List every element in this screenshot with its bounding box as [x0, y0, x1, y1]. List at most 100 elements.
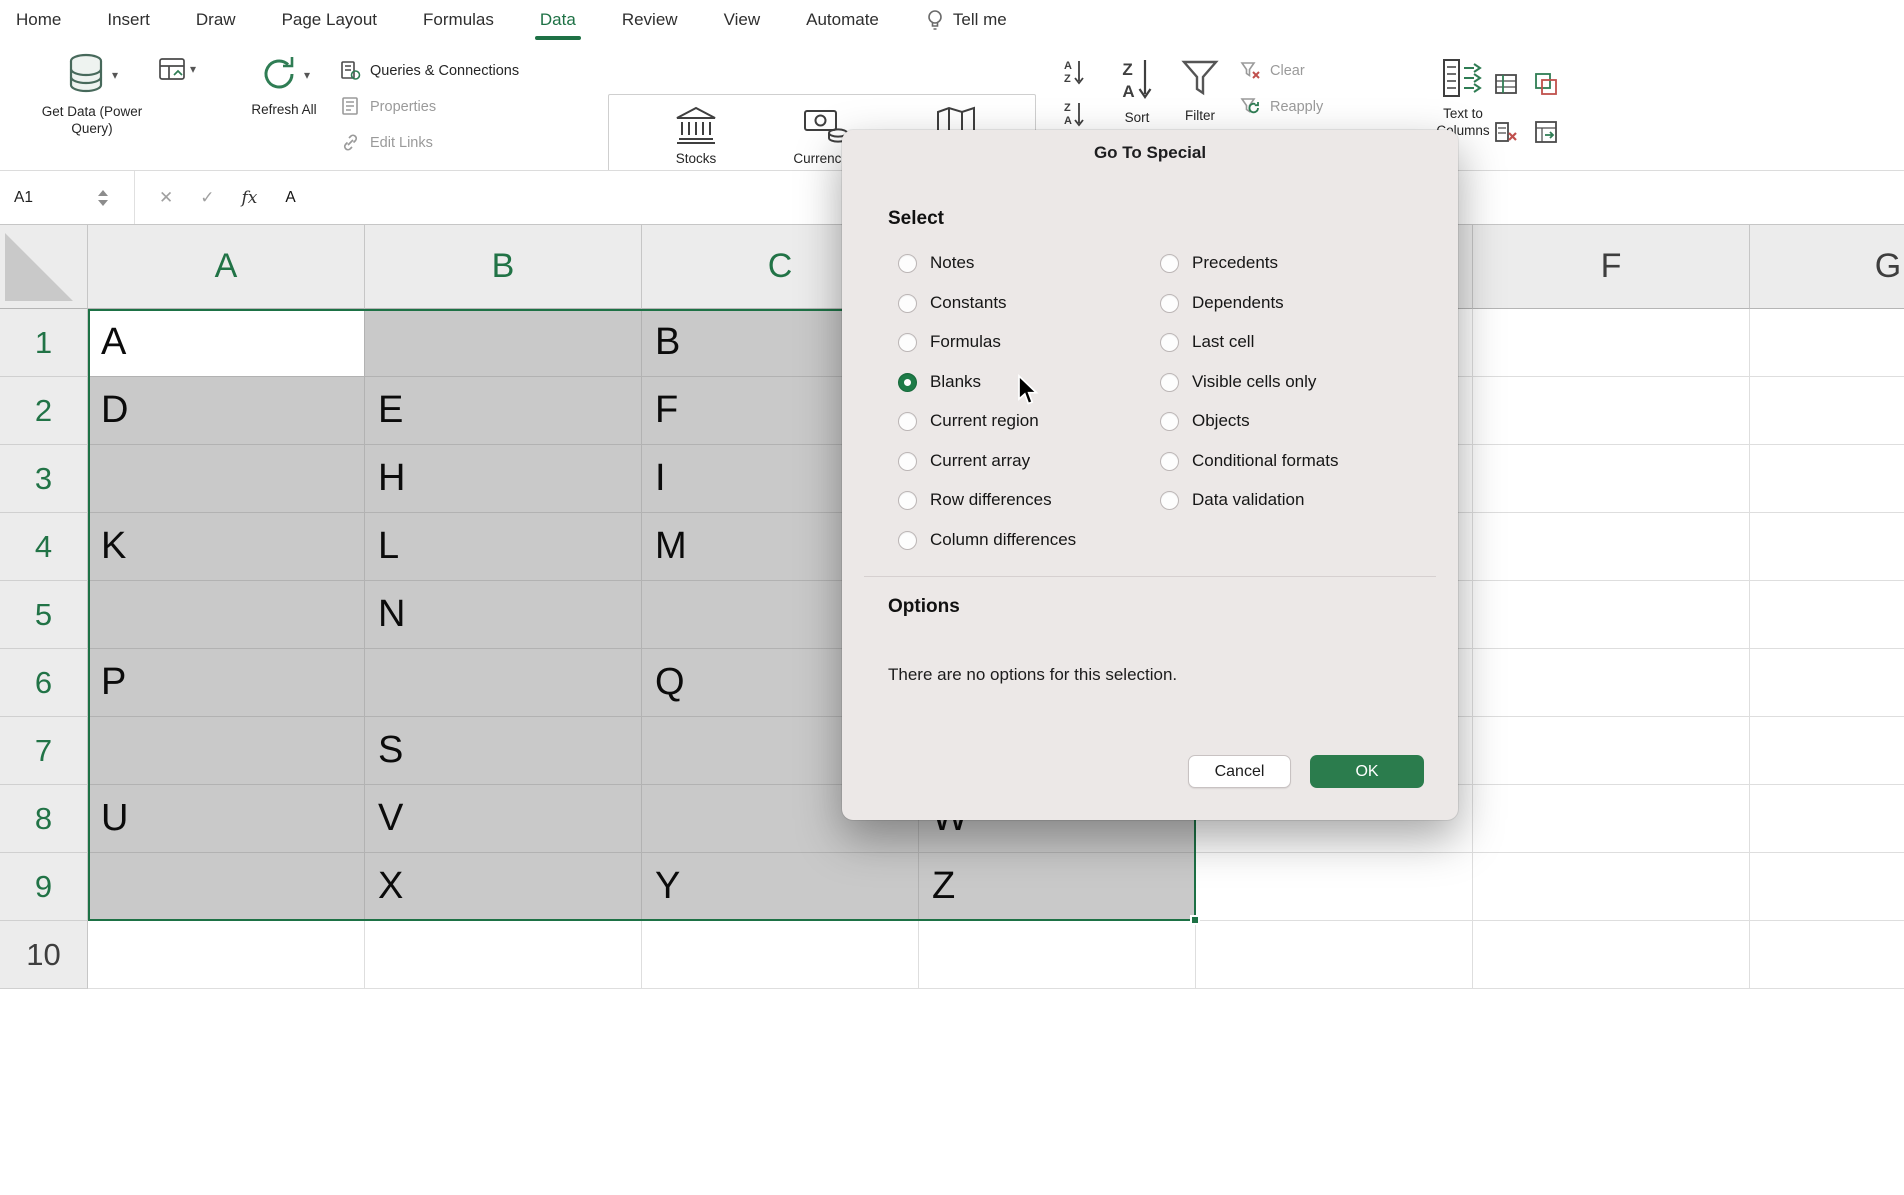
- column-header-f[interactable]: F: [1473, 225, 1750, 309]
- cell[interactable]: D: [88, 377, 365, 445]
- cell[interactable]: [1750, 853, 1904, 921]
- column-header-b[interactable]: B: [365, 225, 642, 309]
- row-header[interactable]: 2: [0, 377, 88, 445]
- cell[interactable]: [365, 921, 642, 989]
- tell-me-button[interactable]: Tell me: [925, 9, 1007, 31]
- tab-formulas[interactable]: Formulas: [423, 10, 494, 30]
- row-header[interactable]: 7: [0, 717, 88, 785]
- cell[interactable]: X: [365, 853, 642, 921]
- cell[interactable]: [1473, 921, 1750, 989]
- cell[interactable]: [88, 581, 365, 649]
- cell[interactable]: [1750, 649, 1904, 717]
- cell[interactable]: K: [88, 513, 365, 581]
- ok-button[interactable]: OK: [1310, 755, 1424, 788]
- radio-option-current-region[interactable]: Current region: [898, 407, 1039, 435]
- name-box-stepper[interactable]: [94, 190, 112, 206]
- data-validation-button[interactable]: [1494, 120, 1518, 144]
- row-header[interactable]: 9: [0, 853, 88, 921]
- formula-input[interactable]: A: [285, 189, 295, 207]
- radio-option-visible-cells-only[interactable]: Visible cells only: [1160, 368, 1316, 396]
- radio-option-last-cell[interactable]: Last cell: [1160, 328, 1254, 356]
- row-header[interactable]: 8: [0, 785, 88, 853]
- cell[interactable]: [1473, 785, 1750, 853]
- tab-automate[interactable]: Automate: [806, 10, 879, 30]
- cell[interactable]: N: [365, 581, 642, 649]
- cell[interactable]: [1750, 377, 1904, 445]
- radio-option-precedents[interactable]: Precedents: [1160, 249, 1278, 277]
- filter-button[interactable]: Filter: [1172, 56, 1228, 124]
- cell[interactable]: [1473, 581, 1750, 649]
- cell[interactable]: [88, 717, 365, 785]
- select-all-corner[interactable]: [0, 225, 88, 309]
- queries-connections-button[interactable]: Queries & Connections: [340, 60, 519, 81]
- row-header[interactable]: 6: [0, 649, 88, 717]
- tab-view[interactable]: View: [724, 10, 761, 30]
- radio-option-row-differences[interactable]: Row differences: [898, 486, 1052, 514]
- name-box[interactable]: A1: [0, 189, 94, 207]
- get-data-button[interactable]: ▾ Get Data (Power Query): [26, 52, 158, 137]
- cell[interactable]: [365, 309, 642, 377]
- cell[interactable]: U: [88, 785, 365, 853]
- sort-button[interactable]: Z A Sort: [1106, 56, 1168, 126]
- cell[interactable]: [1473, 649, 1750, 717]
- row-header[interactable]: 1: [0, 309, 88, 377]
- cell[interactable]: [88, 921, 365, 989]
- cell[interactable]: E: [365, 377, 642, 445]
- radio-option-data-validation[interactable]: Data validation: [1160, 486, 1304, 514]
- row-header[interactable]: 4: [0, 513, 88, 581]
- cell[interactable]: [1750, 921, 1904, 989]
- radio-option-notes[interactable]: Notes: [898, 249, 974, 277]
- sort-descending-button[interactable]: Z A: [1064, 102, 1084, 128]
- cell[interactable]: [1750, 785, 1904, 853]
- cell[interactable]: [365, 649, 642, 717]
- cell[interactable]: [1473, 853, 1750, 921]
- cell[interactable]: P: [88, 649, 365, 717]
- edit-links-button[interactable]: Edit Links: [340, 132, 433, 153]
- cell[interactable]: [1473, 309, 1750, 377]
- properties-button[interactable]: Properties: [340, 96, 436, 117]
- radio-option-current-array[interactable]: Current array: [898, 447, 1030, 475]
- tab-page-layout[interactable]: Page Layout: [282, 10, 377, 30]
- row-header[interactable]: 10: [0, 921, 88, 989]
- tab-data[interactable]: Data: [540, 10, 576, 30]
- tab-home[interactable]: Home: [16, 10, 61, 30]
- tab-insert[interactable]: Insert: [107, 10, 150, 30]
- cell[interactable]: [1473, 513, 1750, 581]
- insert-function-button[interactable]: fx: [242, 188, 258, 208]
- consolidate-button[interactable]: [1534, 120, 1558, 144]
- radio-option-dependents[interactable]: Dependents: [1160, 289, 1284, 317]
- radio-option-column-differences[interactable]: Column differences: [898, 526, 1076, 554]
- cell[interactable]: S: [365, 717, 642, 785]
- radio-option-objects[interactable]: Objects: [1160, 407, 1250, 435]
- cancel-button[interactable]: Cancel: [1188, 755, 1291, 788]
- cell[interactable]: [1750, 717, 1904, 785]
- reapply-filter-button[interactable]: Reapply: [1240, 96, 1323, 117]
- cell[interactable]: [88, 853, 365, 921]
- cell[interactable]: [1196, 853, 1473, 921]
- cell[interactable]: [88, 445, 365, 513]
- cell[interactable]: [1750, 445, 1904, 513]
- clear-filter-button[interactable]: Clear: [1240, 60, 1305, 81]
- cell[interactable]: H: [365, 445, 642, 513]
- tab-review[interactable]: Review: [622, 10, 678, 30]
- radio-option-conditional-formats[interactable]: Conditional formats: [1160, 447, 1338, 475]
- cell[interactable]: [1750, 581, 1904, 649]
- column-header-g[interactable]: G: [1750, 225, 1904, 309]
- cell[interactable]: Y: [642, 853, 919, 921]
- column-header-a[interactable]: A: [88, 225, 365, 309]
- cell[interactable]: L: [365, 513, 642, 581]
- radio-option-formulas[interactable]: Formulas: [898, 328, 1001, 356]
- cell[interactable]: V: [365, 785, 642, 853]
- sort-ascending-button[interactable]: A Z: [1064, 60, 1084, 86]
- cancel-entry-button[interactable]: ✕: [159, 188, 173, 208]
- row-header[interactable]: 5: [0, 581, 88, 649]
- cell[interactable]: [1473, 445, 1750, 513]
- cell-a1[interactable]: A: [88, 309, 365, 377]
- cell[interactable]: [1473, 717, 1750, 785]
- cell[interactable]: [919, 921, 1196, 989]
- refresh-all-button[interactable]: ▾ Refresh All: [244, 52, 324, 118]
- data-from-picture-button[interactable]: ▾: [158, 56, 196, 82]
- cell[interactable]: [1750, 309, 1904, 377]
- radio-option-constants[interactable]: Constants: [898, 289, 1007, 317]
- cell[interactable]: [642, 921, 919, 989]
